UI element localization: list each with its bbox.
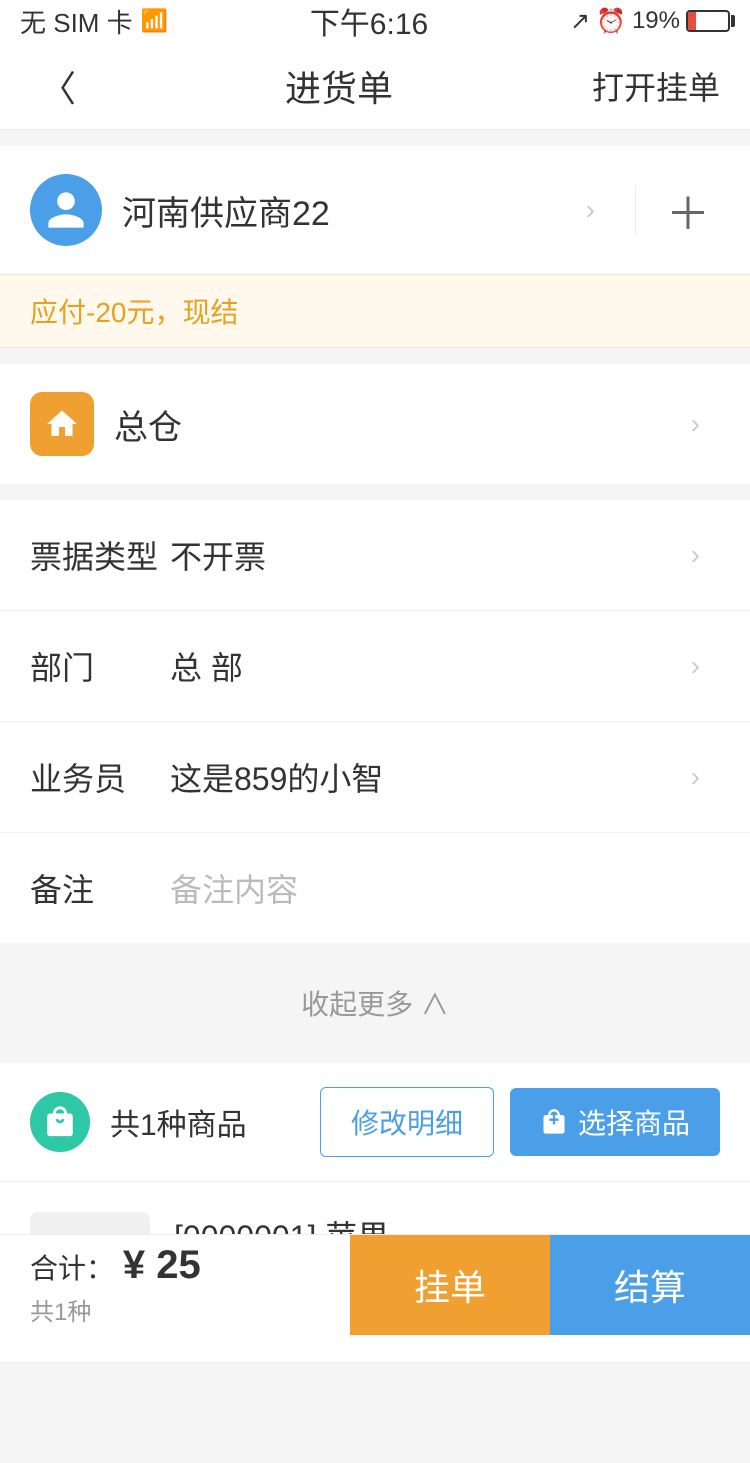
department-value: 总 部 — [170, 643, 691, 689]
status-bar: 无 SIM 卡 📶 下午6:16 ↗ ⏰ 19% — [0, 0, 750, 42]
supplier-row[interactable]: 河南供应商22 › ＋ — [0, 146, 750, 274]
salesperson-row[interactable]: 业务员 这是859的小智 › — [0, 722, 750, 833]
open-hang-button[interactable]: 打开挂单 — [592, 63, 720, 109]
ticket-type-chevron: › — [691, 539, 700, 571]
add-supplier-button[interactable]: ＋ — [656, 178, 720, 242]
warehouse-row[interactable]: 总仓 › — [0, 364, 750, 484]
remark-row[interactable]: 备注 备注内容 — [0, 833, 750, 943]
supplier-section: 河南供应商22 › ＋ 应付-20元，现结 — [0, 146, 750, 348]
total-amount: ¥ 25 — [123, 1243, 201, 1287]
salesperson-chevron: › — [691, 761, 700, 793]
location-icon: ↗ — [570, 7, 590, 36]
status-time: 下午6:16 — [310, 0, 428, 43]
status-right: ↗ ⏰ 19% — [570, 7, 730, 36]
hang-button[interactable]: 挂单 — [350, 1235, 550, 1335]
supplier-name: 河南供应商22 — [122, 186, 586, 235]
person-icon — [44, 188, 88, 232]
ticket-type-value: 不开票 — [170, 532, 691, 578]
warehouse-chevron-icon: › — [691, 408, 700, 440]
total-section: 合计： ¥ 25 共1种 — [0, 1243, 350, 1327]
carrier-text: 无 SIM 卡 — [20, 3, 133, 40]
department-chevron: › — [691, 650, 700, 682]
warehouse-name: 总仓 — [114, 400, 691, 449]
page-title: 进货单 — [285, 60, 393, 112]
divider — [635, 185, 636, 235]
supplier-avatar — [30, 174, 102, 246]
remark-input[interactable]: 备注内容 — [170, 865, 720, 911]
total-label: 合计： — [30, 1253, 114, 1284]
product-section-icon — [30, 1092, 90, 1152]
salesperson-value: 这是859的小智 — [170, 754, 691, 800]
products-count-label: 共1种商品 — [110, 1100, 320, 1144]
wifi-icon: 📶 — [141, 8, 168, 34]
total-row: 合计： ¥ 25 — [30, 1243, 320, 1288]
ticket-type-row[interactable]: 票据类型 不开票 › — [0, 500, 750, 611]
warehouse-section: 总仓 › — [0, 364, 750, 484]
shopping-bag-icon — [43, 1105, 77, 1139]
bottom-bar: 合计： ¥ 25 共1种 挂单 结算 — [0, 1234, 750, 1334]
form-section: 票据类型 不开票 › 部门 总 部 › 业务员 这是859的小智 › 备注 备注… — [0, 500, 750, 943]
checkout-button[interactable]: 结算 — [550, 1235, 750, 1335]
supplier-info-text: 应付-20元，现结 — [30, 297, 238, 328]
ticket-type-label: 票据类型 — [30, 532, 170, 578]
products-header: 共1种商品 修改明细 选择商品 — [0, 1063, 750, 1182]
remark-label: 备注 — [30, 865, 170, 911]
select-product-button[interactable]: 选择商品 — [510, 1088, 720, 1156]
supplier-info-banner: 应付-20元，现结 — [0, 274, 750, 348]
total-count: 共1种 — [30, 1292, 320, 1327]
nav-bar: 〈 进货单 打开挂单 — [0, 42, 750, 130]
status-left: 无 SIM 卡 📶 — [20, 3, 168, 40]
select-product-label: 选择商品 — [578, 1102, 690, 1142]
select-product-icon — [540, 1108, 568, 1136]
alarm-icon: ⏰ — [596, 7, 626, 36]
back-button[interactable]: 〈 — [30, 50, 86, 122]
collapse-label: 收起更多 ∧ — [301, 983, 449, 1023]
home-icon — [44, 406, 80, 442]
edit-details-button[interactable]: 修改明细 — [320, 1087, 494, 1157]
supplier-chevron-icon: › — [586, 194, 595, 226]
salesperson-label: 业务员 — [30, 754, 170, 800]
department-label: 部门 — [30, 643, 170, 689]
warehouse-icon — [30, 392, 94, 456]
battery-icon — [686, 10, 730, 32]
department-row[interactable]: 部门 总 部 › — [0, 611, 750, 722]
collapse-row[interactable]: 收起更多 ∧ — [0, 959, 750, 1047]
battery-percent: 19% — [632, 7, 680, 35]
